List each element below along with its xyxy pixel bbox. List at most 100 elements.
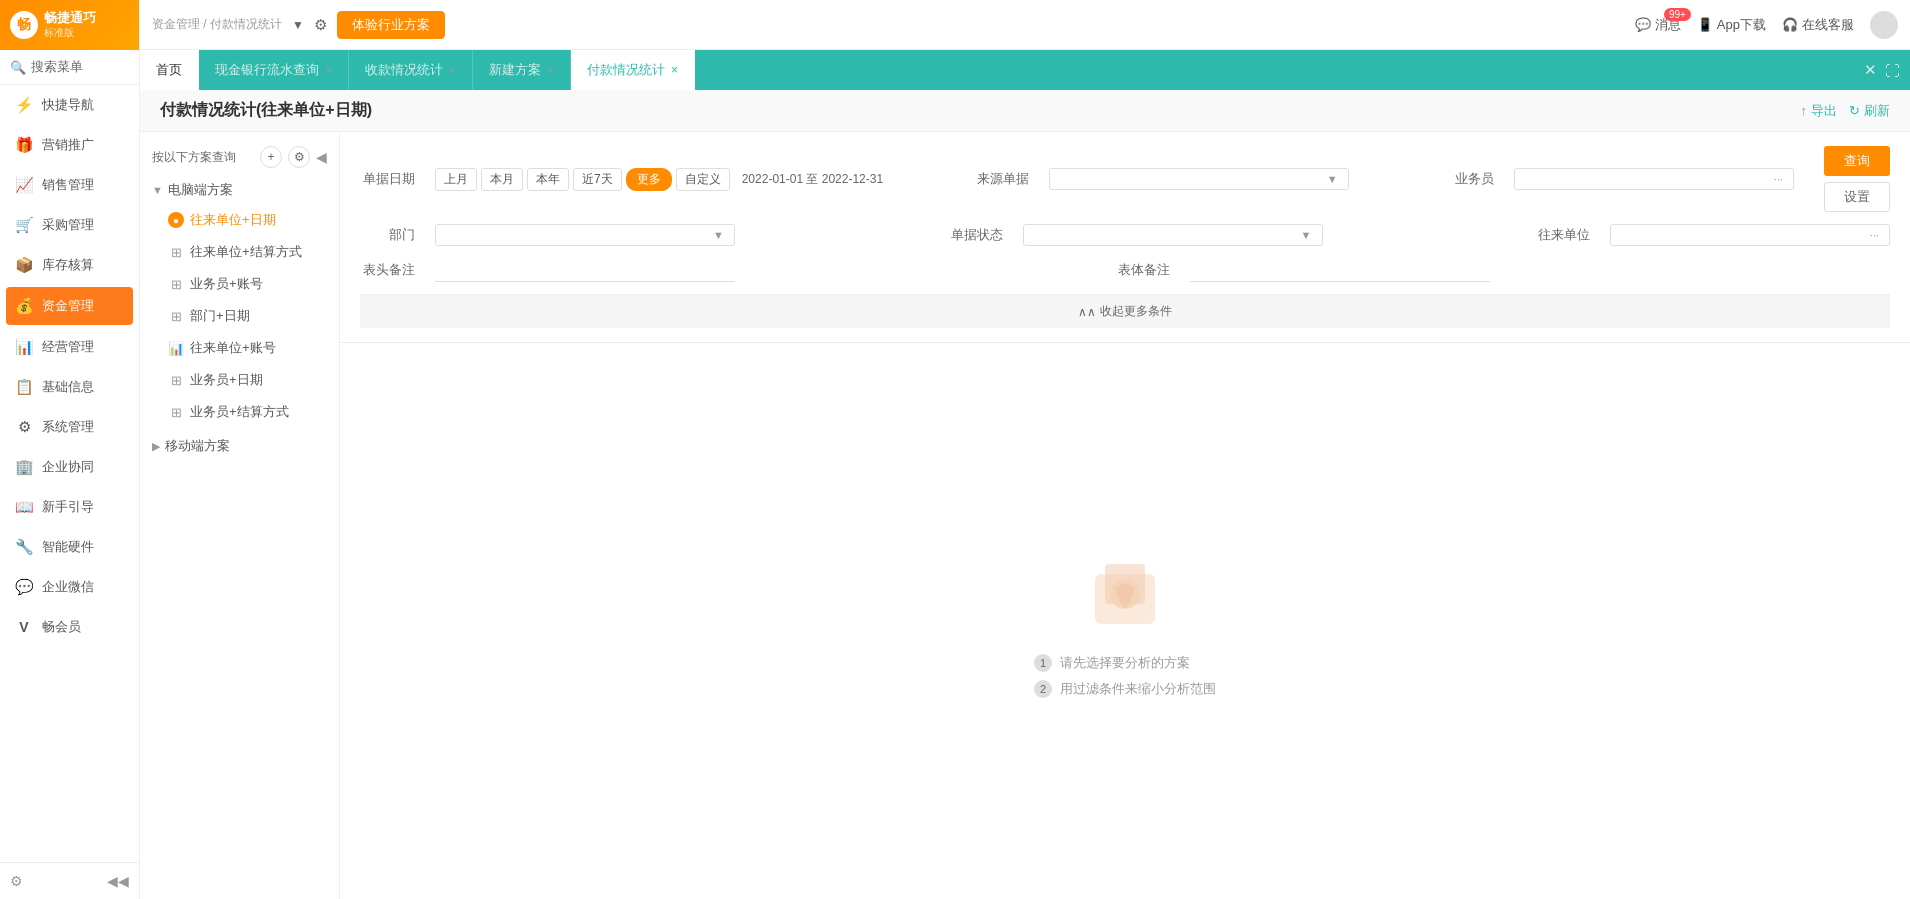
add-scheme-button[interactable]: + (260, 146, 282, 168)
tab-receipt-close[interactable]: × (449, 63, 456, 77)
scheme-item-unit-account[interactable]: 📊 往来单位+账号 (140, 332, 339, 364)
date-more[interactable]: 更多 (626, 168, 672, 191)
scheme-item-unit-settle[interactable]: ⊞ 往来单位+结算方式 (140, 236, 339, 268)
sidebar-item-quick-nav[interactable]: ⚡ 快捷导航 (0, 85, 139, 125)
source-select[interactable]: ▼ (1049, 168, 1349, 190)
filter-form: 单据日期 上月 本月 本年 近7天 更多 自定义 2022-01-01 至 20… (340, 132, 1910, 343)
settings-scheme-button[interactable]: ⚙ (288, 146, 310, 168)
staff-select[interactable]: ··· (1514, 168, 1794, 190)
maximize-icon[interactable]: ⛶ (1885, 62, 1900, 79)
page-title: 付款情况统计(往来单位+日期) (160, 100, 1801, 121)
header-note-input[interactable] (435, 258, 735, 282)
date-custom[interactable]: 自定义 (676, 168, 730, 191)
sidebar-item-label: 企业协同 (42, 458, 94, 476)
chevron-up-icon: ∧∧ (1078, 305, 1096, 319)
topbar-gear-icon[interactable]: ⚙ (314, 16, 327, 34)
collapse-conditions-bar[interactable]: ∧∧ 收起更多条件 (360, 294, 1890, 328)
search-menu[interactable]: 🔍 搜索菜单 (0, 50, 139, 85)
dept-select[interactable]: ▼ (435, 224, 735, 246)
tab-new-close[interactable]: × (547, 63, 554, 77)
message-badge: 99+ (1664, 8, 1691, 21)
scheme-item-unit-date[interactable]: ● 往来单位+日期 (140, 204, 339, 236)
tabbar: 首页 现金银行流水查询 × 收款情况统计 × 新建方案 × 付款情况统计 × ✕… (140, 50, 1910, 90)
breadcrumb: 资金管理 / 付款情况统计 (152, 16, 282, 33)
scheme-panel-header: 按以下方案查询 + ⚙ ◀ (140, 142, 339, 176)
sidebar-item-wechat[interactable]: 💬 企业微信 (0, 567, 139, 607)
filter-right: 单据日期 上月 本月 本年 近7天 更多 自定义 2022-01-01 至 20… (340, 132, 1910, 899)
scheme-item-staff-settle[interactable]: ⊞ 业务员+结算方式 (140, 396, 339, 428)
trial-button[interactable]: 体验行业方案 (337, 11, 445, 39)
sidebar-item-label: 系统管理 (42, 418, 94, 436)
sidebar-item-label: 库存核算 (42, 256, 94, 274)
sidebar-item-newbie[interactable]: 📖 新手引导 (0, 487, 139, 527)
scheme-item-label: 往来单位+日期 (190, 211, 276, 229)
tab-bank[interactable]: 现金银行流水查询 × (199, 50, 349, 90)
sidebar-item-enterprise[interactable]: 🏢 企业协同 (0, 447, 139, 487)
main-area: 资金管理 / 付款情况统计 ▼ ⚙ 体验行业方案 💬 消息 99+ 📱 App下… (140, 0, 1910, 899)
search-icon: 🔍 (10, 60, 26, 75)
sidebar-item-vip[interactable]: V 畅会员 (0, 607, 139, 647)
sidebar-item-marketing[interactable]: 🎁 营销推广 (0, 125, 139, 165)
tab-home[interactable]: 首页 (140, 50, 199, 90)
tab-bank-close[interactable]: × (325, 63, 332, 77)
unit-select[interactable]: ··· (1610, 224, 1890, 246)
app-download-button[interactable]: 📱 App下载 (1697, 16, 1766, 34)
tip-num-1: 1 (1034, 654, 1052, 672)
source-select-arrow: ▼ (1327, 173, 1338, 185)
tab-receipt[interactable]: 收款情况统计 × (349, 50, 473, 90)
sidebar-item-label: 快捷导航 (42, 96, 94, 114)
tab-payment-label: 付款情况统计 (587, 61, 665, 79)
tab-payment[interactable]: 付款情况统计 × (571, 50, 695, 90)
settings-footer-icon[interactable]: ⚙ (10, 873, 23, 889)
date-last-month[interactable]: 上月 (435, 168, 477, 191)
mobile-arrow-icon: ▶ (152, 440, 160, 453)
collapse-sidebar-icon[interactable]: ◀◀ (107, 873, 129, 889)
body-note-label: 表体备注 (1115, 261, 1170, 279)
scheme-table-icon: ⊞ (168, 308, 184, 324)
service-button[interactable]: 🎧 在线客服 (1782, 16, 1854, 34)
export-button[interactable]: ↑ 导出 (1801, 102, 1838, 120)
search-menu-label: 搜索菜单 (31, 58, 83, 76)
settings-button[interactable]: 设置 (1824, 182, 1890, 212)
sidebar-item-purchase[interactable]: 🛒 采购管理 (0, 205, 139, 245)
desktop-group-header[interactable]: ▼ 电脑端方案 (140, 176, 339, 204)
app-icon: 📱 (1697, 17, 1713, 32)
date-this-month[interactable]: 本月 (481, 168, 523, 191)
mobile-group-header[interactable]: ▶ 移动端方案 (140, 432, 339, 460)
scheme-table-icon: ⊞ (168, 276, 184, 292)
user-avatar[interactable] (1870, 11, 1898, 39)
close-tab-icon[interactable]: ✕ (1864, 61, 1877, 79)
query-button[interactable]: 查询 (1824, 146, 1890, 176)
sidebar-item-operation[interactable]: 📊 经营管理 (0, 327, 139, 367)
scheme-item-staff-date[interactable]: ⊞ 业务员+日期 (140, 364, 339, 396)
scheme-item-dept-date[interactable]: ⊞ 部门+日期 (140, 300, 339, 332)
date-7days[interactable]: 近7天 (573, 168, 622, 191)
sidebar-item-system[interactable]: ⚙ 系统管理 (0, 407, 139, 447)
filter-actions: 查询 设置 (1824, 146, 1890, 212)
date-this-year[interactable]: 本年 (527, 168, 569, 191)
collapse-scheme-icon[interactable]: ◀ (316, 149, 327, 165)
topbar-dropdown-icon[interactable]: ▼ (292, 18, 304, 32)
refresh-button[interactable]: ↻ 刷新 (1849, 102, 1890, 120)
message-button[interactable]: 💬 消息 99+ (1635, 16, 1681, 34)
sidebar-item-sales[interactable]: 📈 销售管理 (0, 165, 139, 205)
status-select-arrow: ▼ (1301, 229, 1312, 241)
sidebar-item-hardware[interactable]: 🔧 智能硬件 (0, 527, 139, 567)
sidebar-item-capital[interactable]: 💰 资金管理 (6, 287, 133, 325)
scheme-item-staff-account[interactable]: ⊞ 业务员+账号 (140, 268, 339, 300)
tab-payment-close[interactable]: × (671, 63, 678, 77)
date-label: 单据日期 (360, 170, 415, 188)
mobile-scheme-group: ▶ 移动端方案 (140, 432, 339, 460)
refresh-icon: ↻ (1849, 103, 1860, 118)
sidebar-item-inventory[interactable]: 📦 库存核算 (0, 245, 139, 285)
sidebar-item-label: 销售管理 (42, 176, 94, 194)
status-select[interactable]: ▼ (1023, 224, 1323, 246)
body-note-input[interactable] (1190, 258, 1490, 282)
tab-new[interactable]: 新建方案 × (473, 50, 571, 90)
sidebar-item-basic[interactable]: 📋 基础信息 (0, 367, 139, 407)
wechat-icon: 💬 (14, 577, 34, 597)
empty-state: 1 请先选择要分析的方案 2 用过滤条件来缩小分析范围 (340, 343, 1910, 899)
logo-icon: 畅 (10, 11, 38, 39)
scheme-table-icon: ⊞ (168, 372, 184, 388)
sales-icon: 📈 (14, 175, 34, 195)
